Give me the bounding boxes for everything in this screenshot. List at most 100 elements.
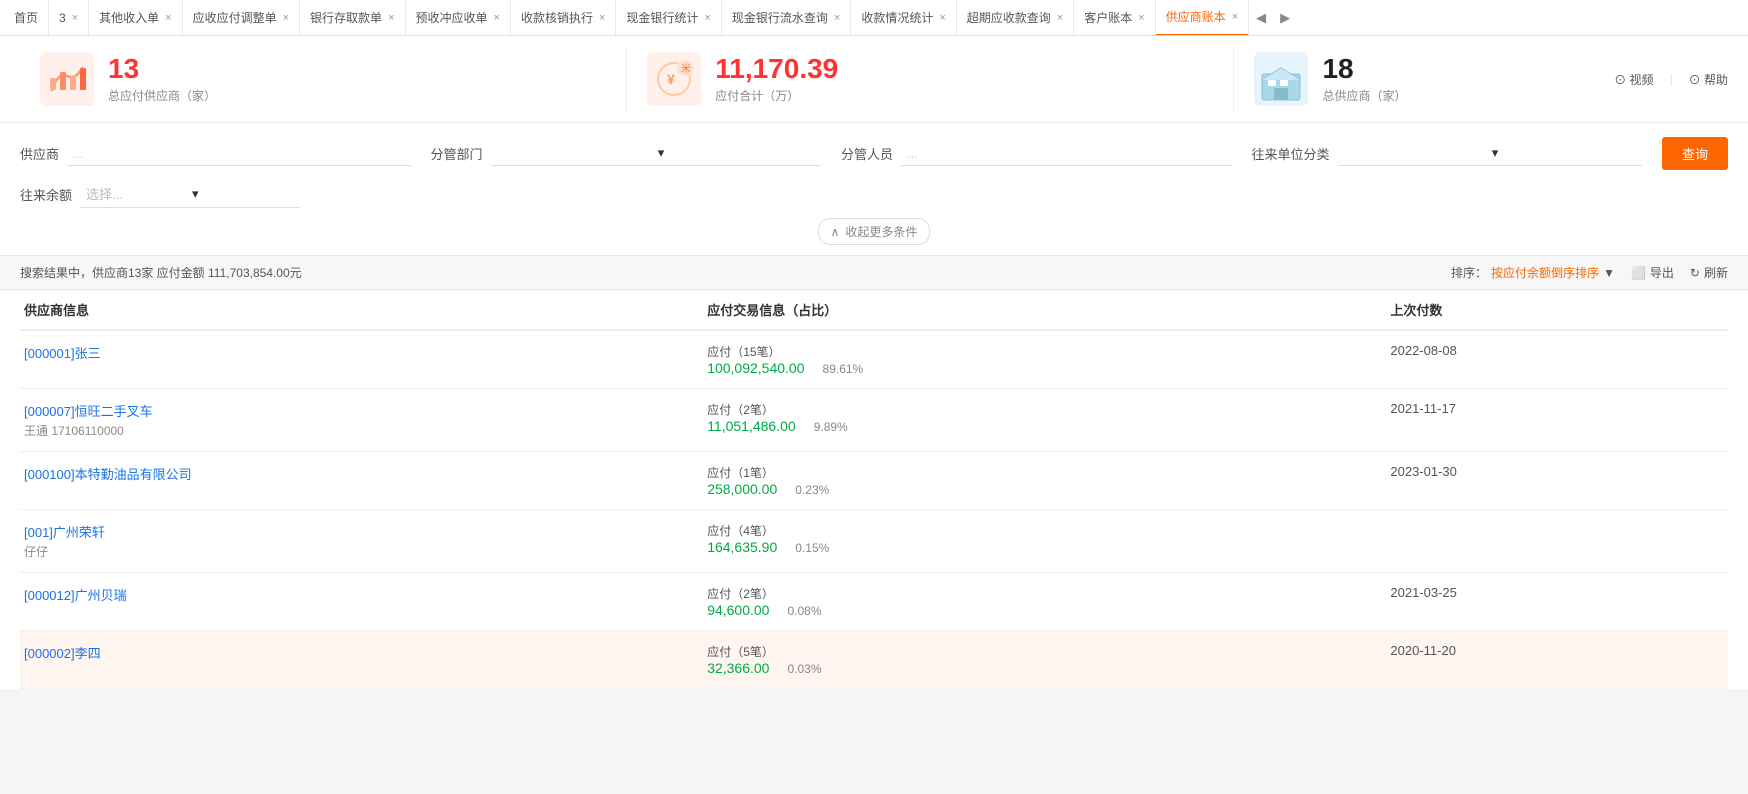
close-icon[interactable]: × bbox=[283, 12, 289, 24]
close-icon[interactable]: × bbox=[388, 12, 394, 24]
close-icon[interactable]: × bbox=[494, 12, 500, 24]
tx-label: 应付（2笔） bbox=[707, 401, 1382, 418]
nav-tab-prepay[interactable]: 预收冲应收单 × bbox=[406, 0, 511, 36]
dept-dropdown[interactable]: ▾ bbox=[491, 141, 821, 166]
nav-tab-bank[interactable]: 银行存取款单 × bbox=[300, 0, 405, 36]
help-link[interactable]: ⊙ 帮助 bbox=[1689, 71, 1728, 88]
nav-tab-cash-bank-flow[interactable]: 现金银行流水查询 × bbox=[722, 0, 851, 36]
supplier-info-cell: [001]广州荣轩 仔仔 bbox=[20, 522, 703, 560]
nav-tab-cash-bank-stats[interactable]: 现金银行统计 × bbox=[616, 0, 721, 36]
tx-pct: 0.08% bbox=[787, 604, 821, 618]
supplier-link[interactable]: [000007]恒旺二手叉车 bbox=[24, 404, 153, 419]
tx-info-cell: 应付（4笔） 164,635.90 0.15% bbox=[703, 522, 1386, 555]
supplier-link[interactable]: [000012]广州贝瑞 bbox=[24, 588, 127, 603]
last-pay-cell: 2023-01-30 bbox=[1386, 464, 1728, 479]
filter-category: 往来单位分类 ▾ bbox=[1252, 141, 1643, 166]
table-row: [000012]广州贝瑞 应付（2笔） 94,600.00 0.08% 2021… bbox=[20, 573, 1728, 631]
tx-info-cell: 应付（1笔） 258,000.00 0.23% bbox=[703, 464, 1386, 497]
close-icon[interactable]: × bbox=[939, 12, 945, 24]
table-header: 供应商信息 应付交易信息（占比） 上次付数 bbox=[20, 290, 1728, 331]
filter-balance: 往来余额 选择... ▾ bbox=[20, 180, 300, 208]
stat-label-total-suppliers: 总供应商（家） bbox=[1322, 87, 1406, 104]
supplier-info-cell: [000007]恒旺二手叉车 王通 17106110000 bbox=[20, 401, 703, 439]
close-icon[interactable]: × bbox=[599, 12, 605, 24]
close-icon[interactable]: × bbox=[704, 12, 710, 24]
table-row: [000002]李四 应付（5笔） 32,366.00 0.03% 2020-1… bbox=[20, 631, 1728, 689]
tx-amount[interactable]: 11,051,486.00 bbox=[707, 418, 796, 434]
nav-tab-overdue[interactable]: 超期应收款查询 × bbox=[957, 0, 1074, 36]
sort-value[interactable]: 按应付余额倒序排序 bbox=[1491, 264, 1599, 281]
tx-amount[interactable]: 164,635.90 bbox=[707, 539, 777, 555]
tx-amount[interactable]: 100,092,540.00 bbox=[707, 360, 804, 376]
category-dropdown[interactable]: ▾ bbox=[1338, 141, 1642, 166]
table-area: 供应商信息 应付交易信息（占比） 上次付数 [000001]张三 应付（15笔）… bbox=[0, 290, 1748, 689]
tx-amount[interactable]: 32,366.00 bbox=[707, 660, 769, 676]
stat-label-payable-total: 应付合计（万） bbox=[715, 87, 838, 104]
result-bar: 搜索结果中，供应商13家 应付金额 111,703,854.00元 排序： 按应… bbox=[0, 256, 1748, 290]
refresh-button[interactable]: ↻ 刷新 bbox=[1690, 264, 1728, 281]
last-pay-cell: 2021-11-17 bbox=[1386, 401, 1728, 416]
nav-tab-other-income[interactable]: 其他收入单 × bbox=[89, 0, 182, 36]
video-link[interactable]: ⊙ 视频 bbox=[1614, 71, 1653, 88]
last-pay-cell: 2021-03-25 bbox=[1386, 585, 1728, 600]
filter-dept: 分管部门 ▾ bbox=[431, 141, 822, 166]
search-button[interactable]: 查询 bbox=[1662, 137, 1728, 170]
filter-supplier: 供应商 bbox=[20, 142, 411, 166]
nav-prev-arrow[interactable]: ◀ bbox=[1249, 0, 1273, 36]
close-icon[interactable]: × bbox=[72, 12, 78, 24]
chevron-up-icon: ∧ bbox=[831, 225, 840, 239]
nav-tab-collection[interactable]: 收款核销执行 × bbox=[511, 0, 616, 36]
stat-label-payable-suppliers: 总应付供应商（家） bbox=[108, 87, 216, 104]
export-icon: ⬜ bbox=[1631, 266, 1646, 280]
supplier-info-cell: [000001]张三 bbox=[20, 343, 703, 362]
person-input[interactable] bbox=[901, 142, 1231, 166]
supplier-link[interactable]: [000001]张三 bbox=[24, 346, 101, 361]
tx-label: 应付（5笔） bbox=[707, 643, 1382, 660]
supplier-info-cell: [000002]李四 bbox=[20, 643, 703, 662]
refresh-icon: ↻ bbox=[1690, 266, 1700, 280]
close-icon[interactable]: × bbox=[1232, 11, 1238, 23]
close-icon[interactable]: × bbox=[1138, 12, 1144, 24]
tx-pct: 0.23% bbox=[795, 483, 829, 497]
tx-amount[interactable]: 258,000.00 bbox=[707, 481, 777, 497]
filter-row-1: 供应商 分管部门 ▾ 分管人员 往来单位分类 ▾ 查询 bbox=[20, 137, 1728, 170]
nav-tab-customer-ledger[interactable]: 客户账本 × bbox=[1074, 0, 1155, 36]
tx-amount[interactable]: 94,600.00 bbox=[707, 602, 769, 618]
last-pay-date: 2022-08-08 bbox=[1390, 343, 1457, 358]
close-icon[interactable]: × bbox=[165, 12, 171, 24]
chevron-down-icon: ▾ bbox=[658, 145, 815, 161]
svg-text:¥: ¥ bbox=[667, 71, 675, 87]
supplier-link[interactable]: [000002]李四 bbox=[24, 646, 101, 661]
stat-text-payable-suppliers: 13 总应付供应商（家） bbox=[108, 55, 216, 104]
last-pay-date: 2023-01-30 bbox=[1390, 464, 1457, 479]
nav-tab-ar-adjust[interactable]: 应收应付调整单 × bbox=[183, 0, 300, 36]
filter-area: 供应商 分管部门 ▾ 分管人员 往来单位分类 ▾ 查询 往来余额 选择 bbox=[0, 123, 1748, 256]
supplier-input[interactable] bbox=[67, 142, 410, 166]
stat-total-suppliers: 18 总供应商（家） bbox=[1234, 46, 1614, 112]
stat-text-payable-total: 11,170.39 应付合计（万） bbox=[715, 55, 838, 104]
sort-label: 排序： 按应付余额倒序排序 ▼ bbox=[1451, 264, 1615, 281]
help-links: ⊙ 视频 | ⊙ 帮助 bbox=[1614, 71, 1728, 88]
supplier-link[interactable]: [000100]本特勤油品有限公司 bbox=[24, 467, 192, 482]
nav-tab-home[interactable]: 首页 bbox=[4, 0, 49, 36]
payable-suppliers-icon bbox=[40, 52, 94, 106]
nav-tab-3[interactable]: 3 × bbox=[49, 0, 89, 36]
close-icon[interactable]: × bbox=[1057, 12, 1063, 24]
result-summary: 搜索结果中，供应商13家 应付金额 111,703,854.00元 bbox=[20, 264, 302, 281]
tx-pct: 0.03% bbox=[787, 662, 821, 676]
supplier-link[interactable]: [001]广州荣轩 bbox=[24, 525, 105, 540]
col-header-lastpay: 上次付数 bbox=[1386, 300, 1728, 319]
col-header-supplier: 供应商信息 bbox=[20, 300, 703, 319]
last-pay-cell: 2022-08-08 bbox=[1386, 343, 1728, 358]
balance-dropdown[interactable]: 选择... ▾ bbox=[80, 180, 300, 208]
category-label: 往来单位分类 bbox=[1252, 144, 1330, 163]
nav-next-arrow[interactable]: ▶ bbox=[1273, 0, 1297, 36]
nav-tab-collection-stats[interactable]: 收款情况统计 × bbox=[851, 0, 956, 36]
stat-payable-suppliers: 13 总应付供应商（家） bbox=[20, 46, 627, 112]
export-button[interactable]: ⬜ 导出 bbox=[1631, 264, 1674, 281]
close-icon[interactable]: × bbox=[834, 12, 840, 24]
nav-tab-supplier-ledger[interactable]: 供应商账本 × bbox=[1156, 0, 1249, 36]
stat-number-total-suppliers: 18 bbox=[1322, 55, 1406, 83]
chevron-down-icon: ▾ bbox=[1492, 145, 1636, 161]
collapse-button[interactable]: ∧ 收起更多条件 bbox=[818, 218, 931, 245]
